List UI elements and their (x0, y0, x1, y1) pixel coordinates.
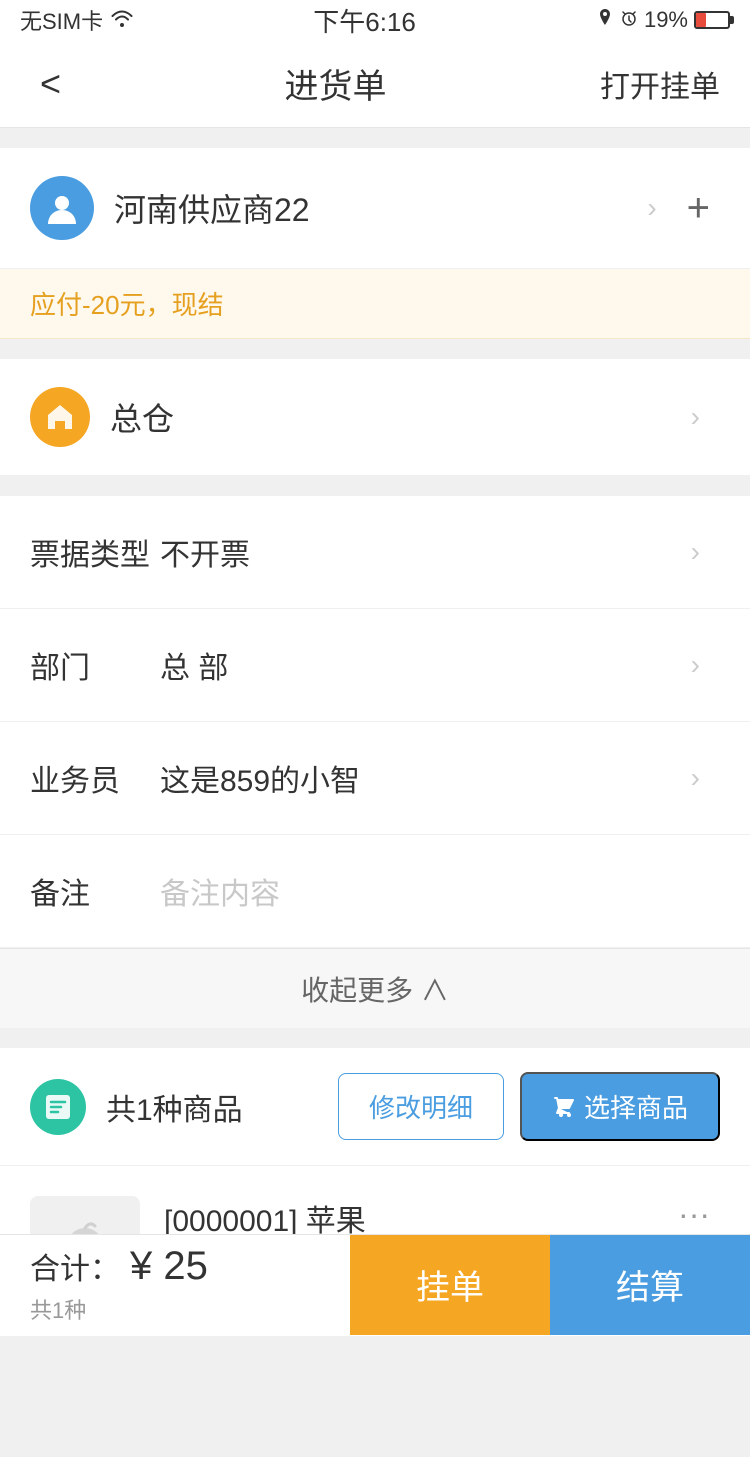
total-amount: ¥ 25 (130, 1244, 208, 1289)
invoice-type-chevron-icon: › (691, 536, 700, 568)
carrier-text: 无SIM卡 (20, 4, 103, 36)
total-main: 合计： ¥ 25 (30, 1244, 320, 1289)
department-value: 总 部 (160, 643, 691, 687)
status-time: 下午6:16 (313, 2, 416, 39)
section-gap-4 (0, 1028, 750, 1048)
warehouse-row[interactable]: 总仓 › (0, 359, 750, 476)
battery-icon (694, 11, 730, 29)
products-count: 共1种商品 (106, 1085, 338, 1129)
status-right: 19% (596, 7, 730, 33)
page-title: 进货单 (285, 59, 387, 108)
salesperson-value: 这是859的小智 (160, 756, 691, 800)
supplier-avatar (30, 176, 94, 240)
wifi-icon (111, 7, 133, 33)
total-label: 合计： (30, 1244, 120, 1288)
department-chevron-icon: › (691, 649, 700, 681)
supplier-card: 河南供应商22 › + 应付-20元，现结 (0, 148, 750, 339)
invoice-type-value: 不开票 (160, 530, 691, 574)
alarm-icon (620, 7, 638, 33)
cart-icon (552, 1095, 576, 1119)
product-more-button[interactable]: ··· (668, 1196, 720, 1233)
collapse-bar[interactable]: 收起更多 ∧ (0, 948, 750, 1028)
products-header: 共1种商品 修改明细 选择商品 (0, 1048, 750, 1166)
supplier-chevron-icon: › (647, 192, 656, 224)
battery-percent: 19% (644, 7, 688, 33)
department-label: 部门 (30, 643, 160, 687)
collapse-label: 收起更多 ∧ (301, 969, 449, 1009)
department-row[interactable]: 部门 总 部 › (0, 609, 750, 722)
section-gap-1 (0, 128, 750, 148)
section-gap-3 (0, 476, 750, 496)
back-button[interactable]: < (30, 53, 71, 115)
warehouse-name: 总仓 (110, 394, 691, 440)
open-hang-button[interactable]: 打开挂单 (600, 62, 720, 106)
select-product-button[interactable]: 选择商品 (520, 1072, 720, 1141)
form-card: 票据类型 不开票 › 部门 总 部 › 业务员 这是859的小智 › 备注 备注… (0, 496, 750, 948)
salesperson-label: 业务员 (30, 756, 160, 800)
edit-details-button[interactable]: 修改明细 (338, 1073, 504, 1140)
section-gap-2 (0, 339, 750, 359)
salesperson-chevron-icon: › (691, 762, 700, 794)
checkout-button[interactable]: 结算 (550, 1235, 750, 1335)
footer-bar: 合计： ¥ 25 共1种 挂单 结算 (0, 1234, 750, 1334)
footer-total: 合计： ¥ 25 共1种 (0, 1244, 350, 1325)
salesperson-row[interactable]: 业务员 这是859的小智 › (0, 722, 750, 835)
warehouse-icon (30, 387, 90, 447)
warehouse-chevron-icon: › (691, 401, 700, 433)
status-bar: 无SIM卡 下午6:16 19% (0, 0, 750, 40)
nav-bar: < 进货单 打开挂单 (0, 40, 750, 128)
remark-row[interactable]: 备注 备注内容 (0, 835, 750, 948)
location-icon (596, 7, 614, 33)
total-sub: 共1种 (30, 1293, 320, 1325)
invoice-type-row[interactable]: 票据类型 不开票 › (0, 496, 750, 609)
notice-bar: 应付-20元，现结 (0, 269, 750, 339)
status-left: 无SIM卡 (20, 4, 133, 36)
products-icon (30, 1079, 86, 1135)
invoice-type-label: 票据类型 (30, 530, 160, 574)
add-button[interactable]: + (677, 186, 720, 231)
supplier-row[interactable]: 河南供应商22 › + (0, 148, 750, 269)
remark-label: 备注 (30, 869, 160, 913)
notice-text: 应付-20元，现结 (30, 290, 224, 320)
remark-input[interactable]: 备注内容 (160, 869, 720, 913)
hang-button[interactable]: 挂单 (350, 1235, 550, 1335)
supplier-name: 河南供应商22 (114, 185, 647, 231)
bottom-gap (0, 1337, 750, 1357)
warehouse-card: 总仓 › (0, 359, 750, 476)
